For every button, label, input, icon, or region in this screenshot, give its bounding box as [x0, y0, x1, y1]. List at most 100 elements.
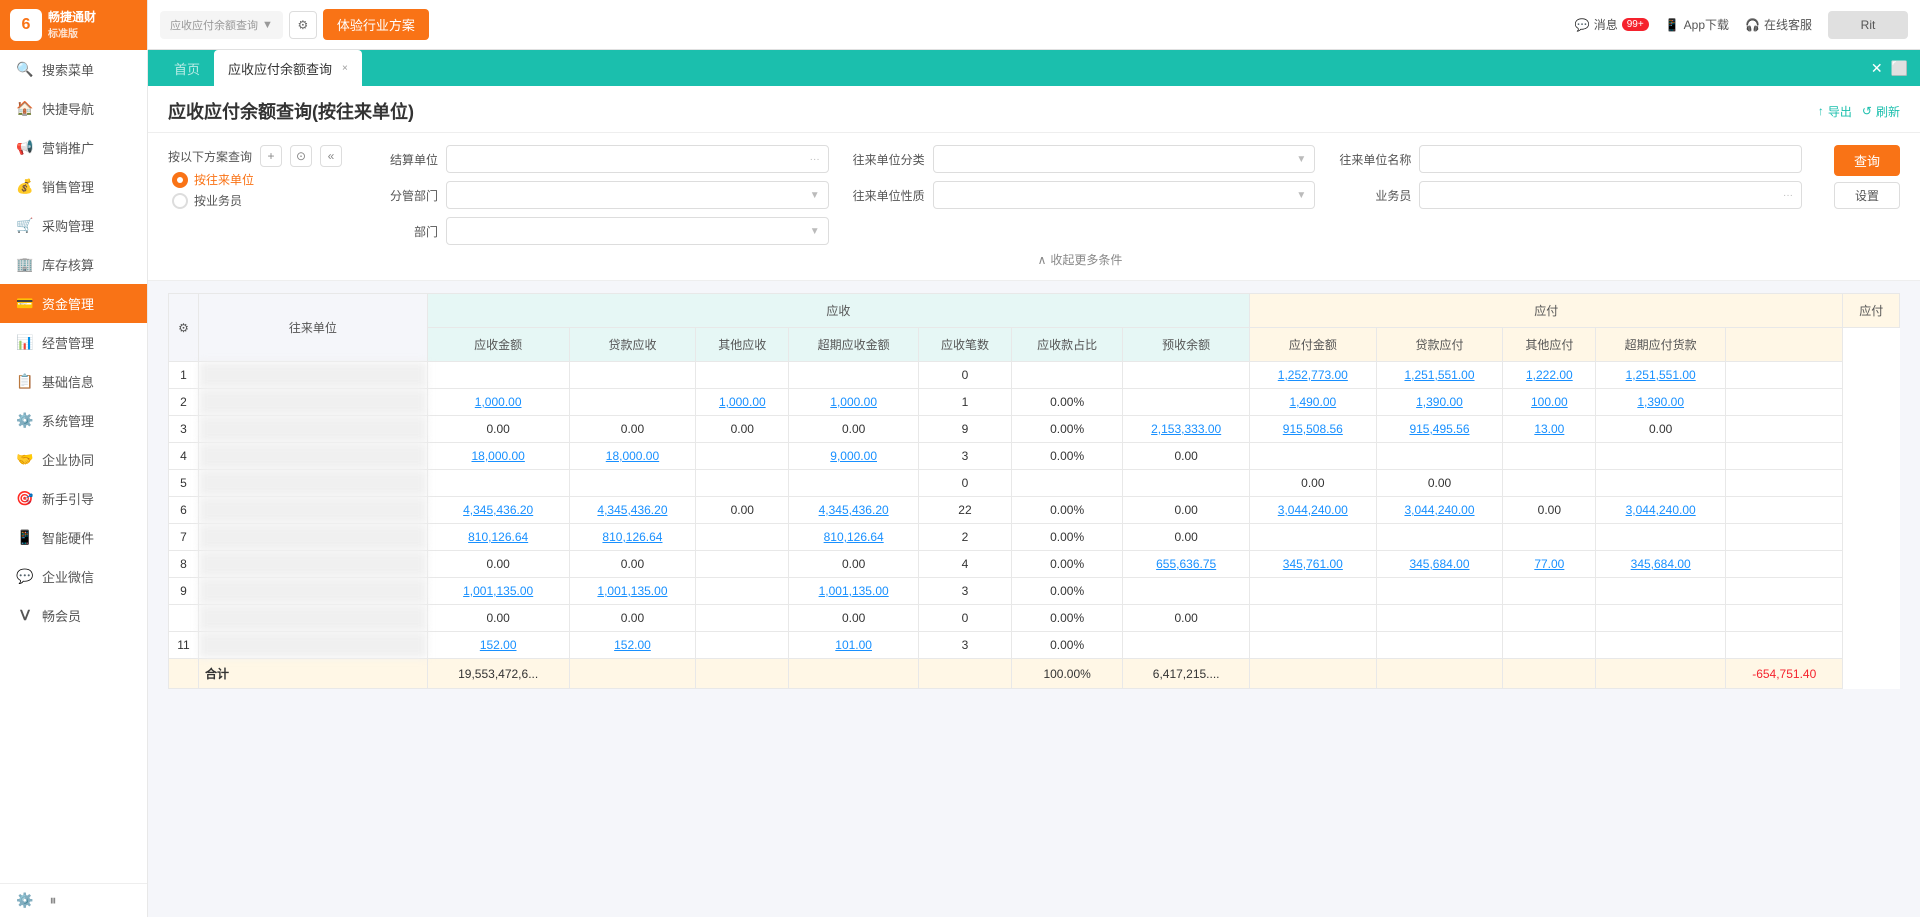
warehouse-icon: 🏢	[16, 256, 34, 273]
partner-cell: █████████	[199, 632, 428, 659]
sidebar-item-warehouse[interactable]: 🏢 库存核算	[0, 245, 147, 284]
purchase-icon: 🛒	[16, 217, 34, 234]
salesperson-label: 业务员	[1331, 187, 1411, 204]
service-icon: 🎧	[1745, 18, 1760, 32]
partner-cell: █████████	[199, 578, 428, 605]
settings-bottom-icon[interactable]: ⚙️	[16, 892, 33, 909]
sidebar-item-marketing[interactable]: 📢 营销推广	[0, 128, 147, 167]
table-row: 5█████████00.000.00	[169, 470, 1900, 497]
logo-sub: 标准版	[48, 25, 96, 40]
jiesuan-unit-input[interactable]: ···	[446, 145, 829, 173]
tab-ar-query[interactable]: 应收应付余额查询 ×	[214, 50, 362, 86]
sidebar-item-sales[interactable]: 💰 销售管理	[0, 167, 147, 206]
scheme-option-salesperson[interactable]: 按业务员	[172, 192, 342, 209]
ap-overdue-header: 超期应付货款	[1596, 328, 1726, 362]
scheme2-label: 按业务员	[194, 192, 242, 209]
unit-nature-input[interactable]: ▼	[933, 181, 1316, 209]
ar-amount-header: 应收金额	[427, 328, 569, 362]
jiesuan-unit-label: 结算单位	[358, 151, 438, 168]
online-service-button[interactable]: 🎧 在线客服	[1745, 16, 1812, 33]
tab-home[interactable]: 首页	[160, 50, 214, 86]
table-row: 11█████████152.00152.00101.0030.00%	[169, 632, 1900, 659]
ar-loan-header: 贷款应收	[569, 328, 696, 362]
refresh-button[interactable]: ↺ 刷新	[1862, 103, 1900, 120]
collapse-more-button[interactable]: ∧ 收起更多条件	[358, 251, 1802, 268]
total-ar-amount: 19,553,472,6...	[427, 659, 569, 689]
tab-close-icon[interactable]: ×	[342, 63, 348, 74]
sidebar-item-enterprise-wechat[interactable]: 💬 企业微信	[0, 557, 147, 596]
chevron-down-icon: ▼	[810, 190, 820, 201]
partner-cell: █████████	[199, 470, 428, 497]
partner-cell: █████████	[199, 389, 428, 416]
ap-col-header	[1725, 328, 1843, 362]
marketing-icon: 📢	[16, 139, 34, 156]
unit-name-label: 往来单位名称	[1331, 151, 1411, 168]
scheme-settings-icon[interactable]: ⊙	[290, 145, 312, 167]
user-text: Rit	[1861, 18, 1876, 32]
user-avatar[interactable]: Rit	[1828, 11, 1908, 39]
scheme-radio-active	[172, 172, 188, 188]
sidebar-item-funds[interactable]: 💳 资金管理	[0, 284, 147, 323]
sales-icon: 💰	[16, 178, 34, 195]
unit-name-input[interactable]	[1419, 145, 1802, 173]
filter-branch-dept: 分管部门 ▼	[358, 181, 829, 209]
dept-input[interactable]: ▼	[446, 217, 829, 245]
sidebar-item-member[interactable]: Ⅴ 畅会员	[0, 596, 147, 635]
breadcrumb: 应收应付余额查询 ▼	[160, 11, 283, 39]
close-window-icon[interactable]: ✕	[1871, 60, 1883, 77]
unit-category-label: 往来单位分类	[845, 151, 925, 168]
plan-button[interactable]: 体验行业方案	[323, 9, 429, 40]
logo-icon: 6	[10, 9, 42, 41]
export-button[interactable]: ↑ 导出	[1818, 103, 1852, 120]
sidebar-item-system[interactable]: ⚙️ 系统管理	[0, 401, 147, 440]
sidebar-item-purchase[interactable]: 🛒 采购管理	[0, 206, 147, 245]
sidebar-item-smart-device[interactable]: 📱 智能硬件	[0, 518, 147, 557]
breadcrumb-text: 应收应付余额查询	[170, 17, 258, 33]
settings-button[interactable]: ⚙	[289, 11, 317, 39]
dots-icon: ···	[810, 154, 820, 165]
ar-advance-header: 预收余额	[1123, 328, 1250, 362]
filter-unit-category: 往来单位分类 ▼	[845, 145, 1316, 173]
sidebar-item-newbie[interactable]: 🎯 新手引导	[0, 479, 147, 518]
sidebar-item-label: 企业微信	[42, 567, 94, 586]
partner-cell: █████████	[199, 524, 428, 551]
message-button[interactable]: 💬 消息 99+	[1575, 16, 1649, 33]
partner-cell: P█████████	[199, 551, 428, 578]
unit-category-input[interactable]: ▼	[933, 145, 1316, 173]
app-download-button[interactable]: 📱 App下载	[1665, 16, 1729, 33]
sidebar-item-label: 畅会员	[42, 606, 81, 625]
sidebar-item-label: 企业协同	[42, 450, 94, 469]
scheme-option-partner[interactable]: 按往来单位	[172, 171, 342, 188]
table-row: 2█████████1,000.001,000.001,000.0010.00%…	[169, 389, 1900, 416]
logo-text: 畅捷通财	[48, 10, 96, 26]
export-icon: ↑	[1818, 104, 1824, 118]
refresh-label: 刷新	[1876, 103, 1900, 120]
salesperson-input[interactable]: ···	[1419, 181, 1802, 209]
ar-ratio-header: 应收款占比	[1011, 328, 1122, 362]
setting-button[interactable]: 设置	[1834, 182, 1900, 209]
refresh-icon: ↺	[1862, 104, 1872, 118]
ar-overdue-header: 超期应收金额	[789, 328, 919, 362]
sidebar-item-basic-info[interactable]: 📋 基础信息	[0, 362, 147, 401]
scheme-collapse-icon[interactable]: «	[320, 145, 342, 167]
sidebar-item-enterprise-collab[interactable]: 🤝 企业协同	[0, 440, 147, 479]
partner-cell: █████████	[199, 605, 428, 632]
filter-fields: 结算单位 ··· 往来单位分类 ▼	[358, 145, 1802, 268]
branch-dept-input[interactable]: ▼	[446, 181, 829, 209]
scheme-radio-inactive	[172, 193, 188, 209]
system-icon: ⚙️	[16, 412, 34, 429]
add-scheme-button[interactable]: +	[260, 145, 282, 167]
collapse-icon[interactable]: ⏸	[49, 892, 56, 909]
sidebar-item-operations[interactable]: 📊 经营管理	[0, 323, 147, 362]
page-actions: ↑ 导出 ↺ 刷新	[1818, 103, 1900, 120]
table-row: 6×█████████4,345,436.204,345,436.200.004…	[169, 497, 1900, 524]
sidebar-item-label: 搜索菜单	[42, 60, 94, 79]
maximize-icon[interactable]: ⬜	[1891, 60, 1908, 77]
unit-nature-label: 往来单位性质	[845, 187, 925, 204]
query-button[interactable]: 查询	[1834, 145, 1900, 176]
scheme1-label: 按往来单位	[194, 171, 254, 188]
app-download-icon: 📱	[1665, 18, 1680, 32]
sidebar-item-quick-nav[interactable]: 🏠 快捷导航	[0, 89, 147, 128]
sidebar-item-search-menu[interactable]: 🔍 搜索菜单	[0, 50, 147, 89]
tab-bar-actions: ✕ ⬜	[1871, 60, 1908, 77]
